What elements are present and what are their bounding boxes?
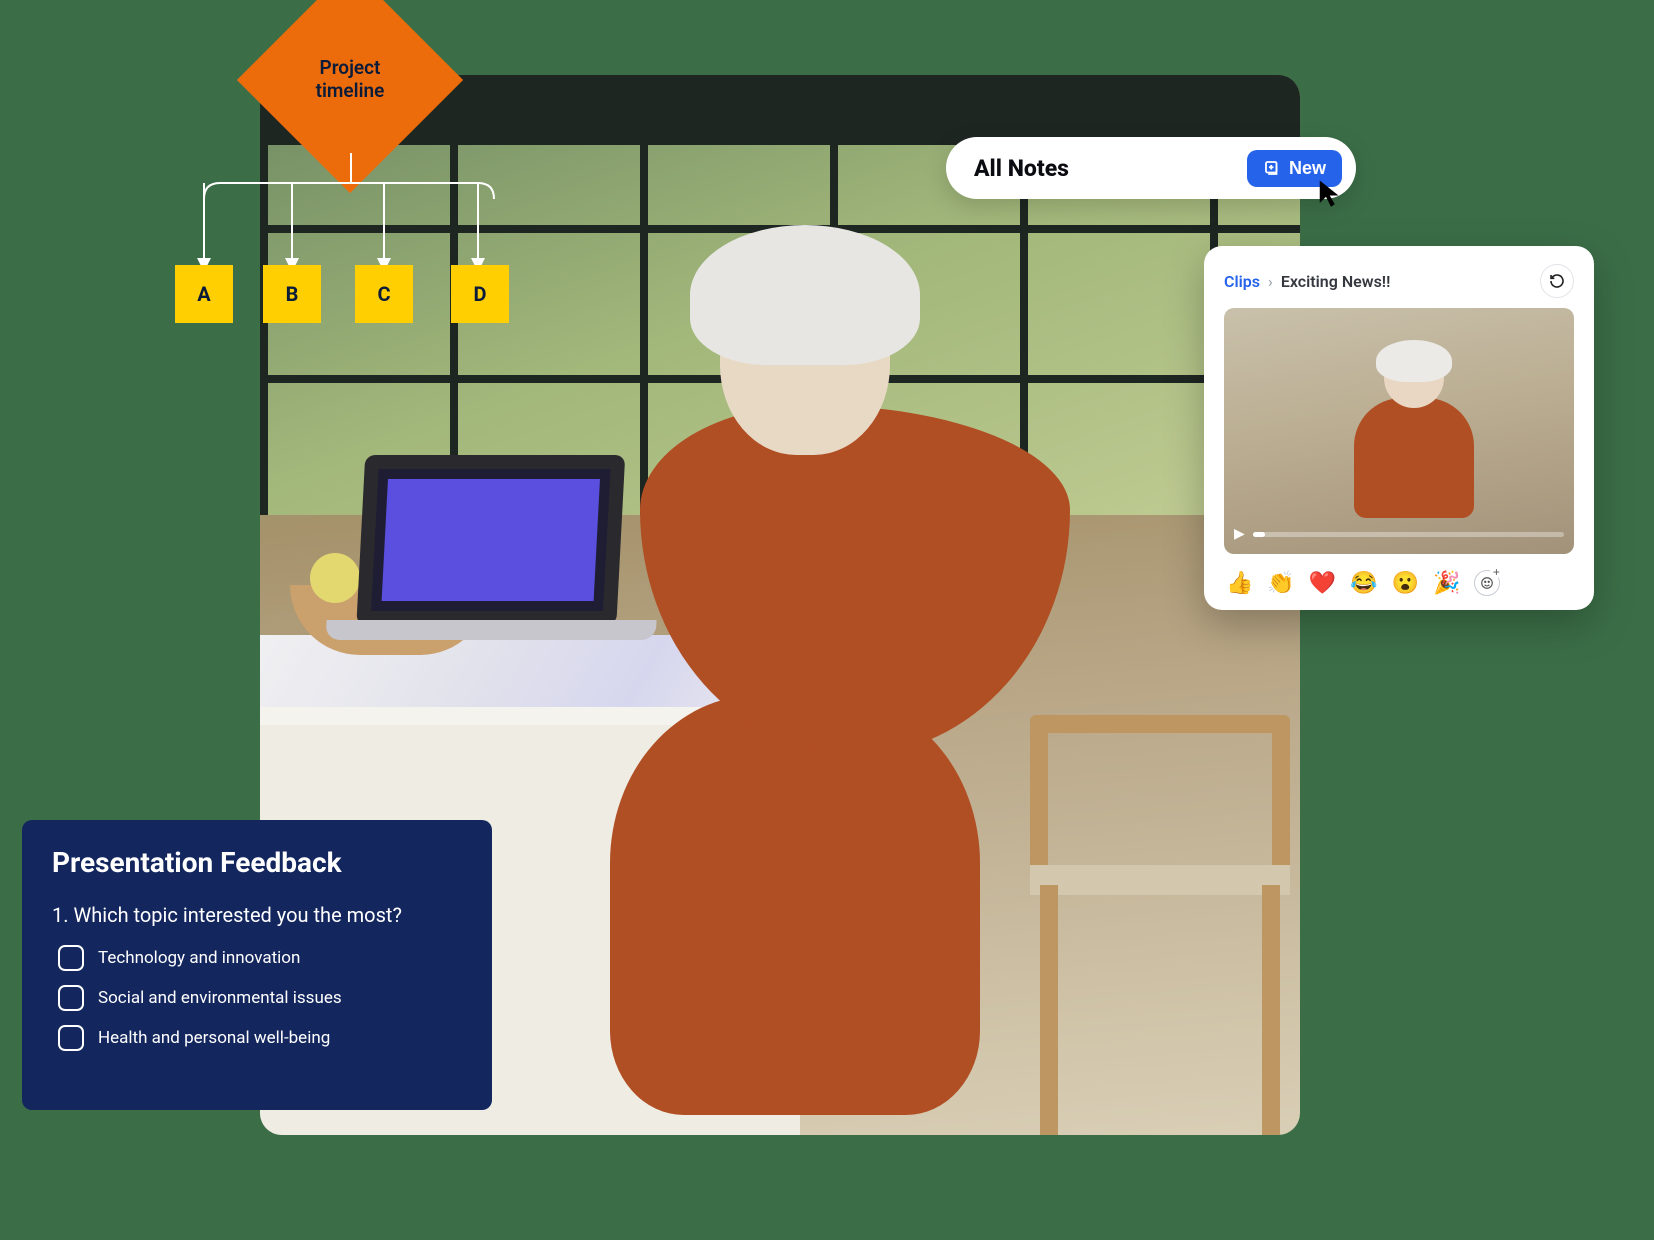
feedback-option[interactable]: Health and personal well-being	[58, 1025, 462, 1051]
reaction-wow[interactable]: 😮	[1392, 571, 1419, 596]
feedback-option[interactable]: Social and environmental issues	[58, 985, 462, 1011]
video-progress[interactable]: ▶	[1234, 524, 1564, 544]
feedback-option[interactable]: Technology and innovation	[58, 945, 462, 971]
breadcrumb-current: Exciting News!!	[1281, 272, 1391, 291]
refresh-icon	[1549, 273, 1565, 289]
smiley-icon	[1480, 576, 1494, 590]
reaction-heart[interactable]: ❤️	[1309, 571, 1336, 596]
checkbox[interactable]	[58, 1025, 84, 1051]
all-notes-bar: All Notes New	[946, 137, 1356, 199]
checkbox[interactable]	[58, 945, 84, 971]
reaction-clap[interactable]: 👏	[1267, 571, 1294, 596]
cursor-icon	[1316, 178, 1346, 208]
feedback-option-label: Health and personal well-being	[98, 1028, 330, 1048]
progress-bar[interactable]	[1253, 532, 1564, 537]
checkbox[interactable]	[58, 985, 84, 1011]
flowchart-node-d: D	[451, 265, 509, 323]
flowchart-node-c: C	[355, 265, 413, 323]
feedback-card: Presentation Feedback 1. Which topic int…	[22, 820, 492, 1110]
all-notes-title: All Notes	[974, 155, 1069, 182]
feedback-option-label: Technology and innovation	[98, 948, 300, 968]
clips-card: Clips › Exciting News!! ▶ 👍 👏 ❤️ 😂 😮 🎉	[1204, 246, 1594, 610]
feedback-title: Presentation Feedback	[52, 846, 462, 879]
new-note-label: New	[1289, 158, 1326, 179]
refresh-button[interactable]	[1540, 264, 1574, 298]
clip-video-player[interactable]: ▶	[1224, 308, 1574, 554]
flowchart-node-b: B	[263, 265, 321, 323]
breadcrumb: Clips › Exciting News!!	[1224, 272, 1390, 291]
breadcrumb-root[interactable]: Clips	[1224, 272, 1260, 291]
new-note-icon	[1263, 159, 1281, 177]
flowchart-node-a: A	[175, 265, 233, 323]
reaction-laugh[interactable]: 😂	[1350, 571, 1377, 596]
reaction-thumbs-up[interactable]: 👍	[1226, 571, 1253, 596]
flowchart-connectors	[155, 115, 535, 285]
chevron-right-icon: ›	[1268, 272, 1273, 291]
add-reaction-button[interactable]	[1474, 570, 1500, 596]
feedback-question: 1. Which topic interested you the most?	[52, 903, 462, 927]
reaction-tada[interactable]: 🎉	[1433, 571, 1460, 596]
feedback-option-label: Social and environmental issues	[98, 988, 342, 1008]
play-icon[interactable]: ▶	[1234, 526, 1245, 542]
flowchart-overlay: Project timeline A B C D	[155, 0, 535, 340]
reactions-bar: 👍 👏 ❤️ 😂 😮 🎉	[1224, 564, 1574, 596]
